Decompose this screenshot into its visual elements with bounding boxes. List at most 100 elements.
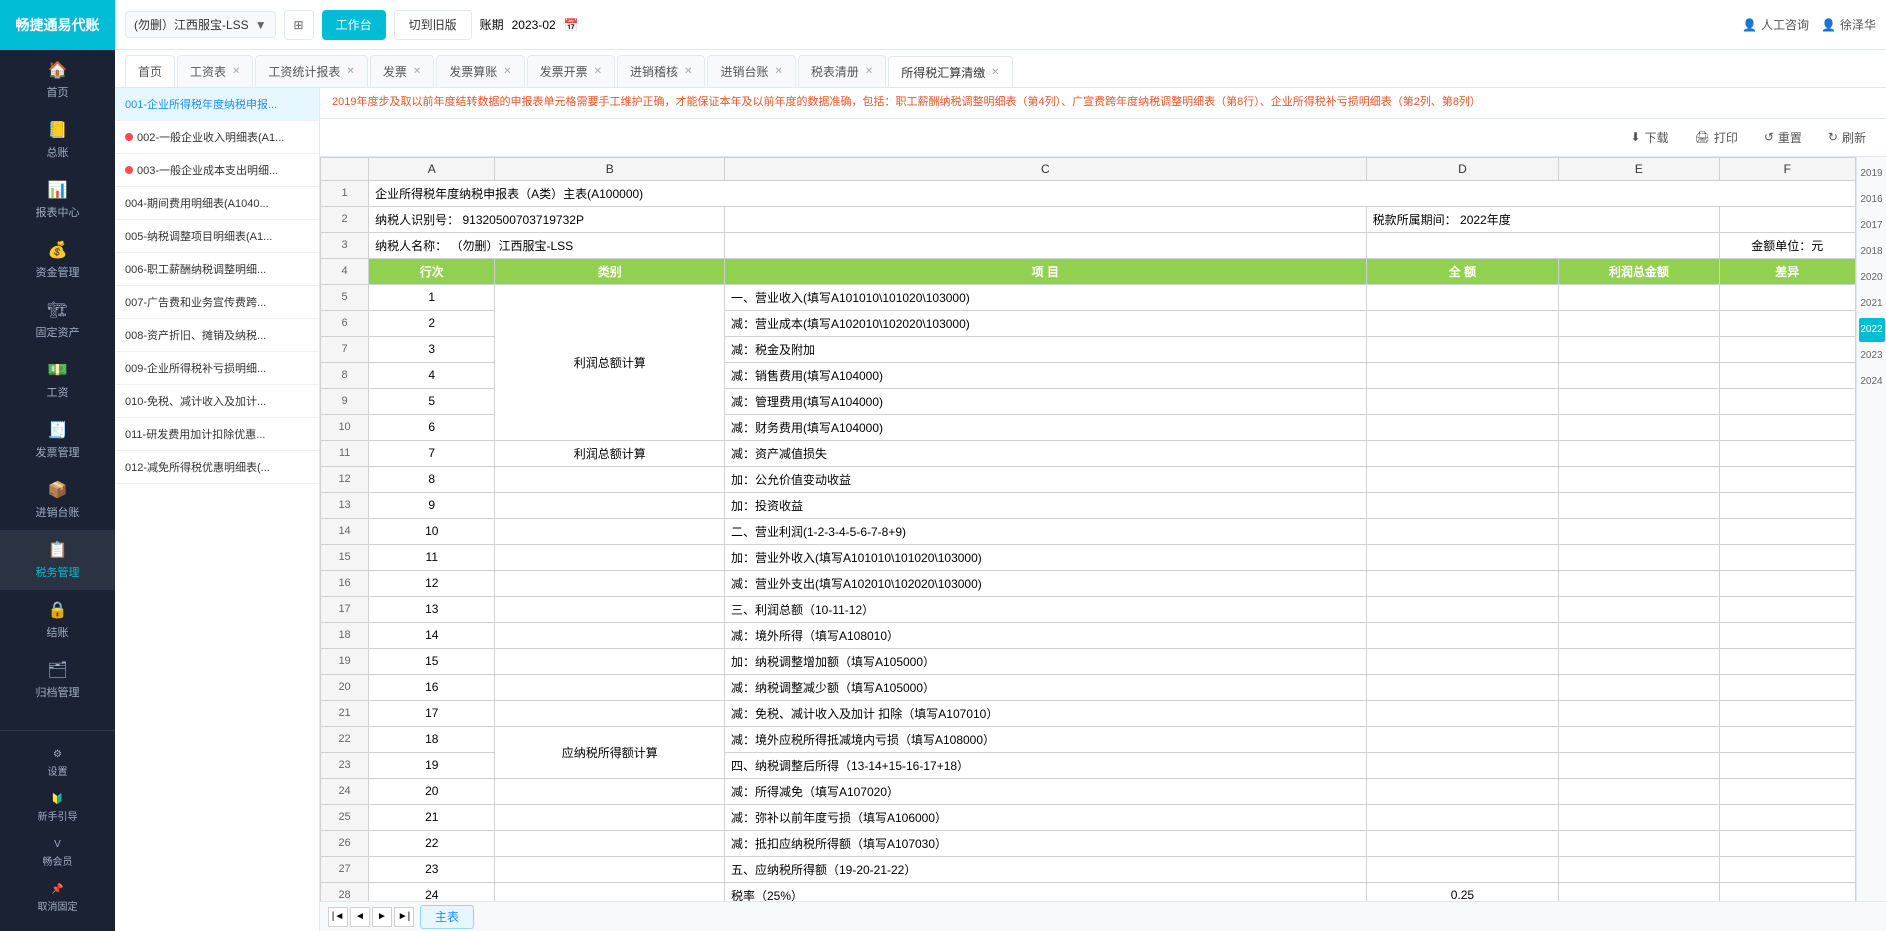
- profit-cell: [1559, 570, 1719, 596]
- tab-invoice-open-close[interactable]: ✕: [594, 66, 602, 77]
- timeline-2022[interactable]: 2022: [1859, 318, 1885, 342]
- left-panel-item-012[interactable]: 012-减免所得税优惠明细表(...: [115, 451, 319, 484]
- sidebar-item-home[interactable]: 🏠 首页: [0, 50, 115, 110]
- table-row: 2 纳税人识别号： 91320500703719732P 税款所属期间： 202…: [321, 206, 1856, 232]
- sidebar-item-invoice[interactable]: 🧾 发票管理: [0, 410, 115, 470]
- sidebar-item-close[interactable]: 🔒 结账: [0, 590, 115, 650]
- tab-in-ledger[interactable]: 进销台账 ✕: [707, 55, 795, 87]
- sheet-last-button[interactable]: ►|: [394, 907, 414, 927]
- sidebar-pin-button[interactable]: 📌 取消固定: [0, 876, 115, 921]
- profit-cell: [1559, 388, 1719, 414]
- timeline-2023[interactable]: 2023: [1859, 344, 1885, 368]
- sheet-nav: |◄ ◄ ► ►|: [328, 907, 414, 927]
- user-button[interactable]: 👤 徐泽华: [1821, 16, 1876, 33]
- sidebar-settings-label: 设置: [48, 763, 68, 778]
- sidebar-item-guide[interactable]: 🔰 新手引导: [0, 786, 115, 831]
- sidebar-item-fund[interactable]: 💰 资金管理: [0, 230, 115, 290]
- sidebar-item-inout[interactable]: 📦 进销台账: [0, 470, 115, 530]
- tab-in-ledger-close[interactable]: ✕: [774, 66, 782, 77]
- sidebar-item-tax[interactable]: 📋 税务管理: [0, 530, 115, 590]
- print-button[interactable]: 🖨 打印: [1687, 125, 1746, 150]
- left-panel-item-011[interactable]: 011-研发费用加计扣除优惠...: [115, 418, 319, 451]
- tab-salary-stat-close[interactable]: ✕: [346, 66, 354, 77]
- sidebar-item-member[interactable]: V 畅会员: [0, 831, 115, 876]
- left-panel-item-007[interactable]: 007-广告费和业务宣传费跨...: [115, 286, 319, 319]
- timeline-2020[interactable]: 2020: [1859, 266, 1885, 290]
- tab-salary-stat[interactable]: 工资统计报表 ✕: [255, 55, 367, 87]
- row-number: 25: [321, 804, 369, 830]
- tab-income-tax[interactable]: 所得税汇算清缴 ✕: [888, 56, 1012, 88]
- item-cell: 加：营业外收入(填写A101010\101020\103000): [724, 544, 1366, 570]
- timeline-2019[interactable]: 2019: [1859, 162, 1885, 186]
- download-button[interactable]: ⬇ 下载: [1623, 125, 1677, 150]
- left-panel-item-009[interactable]: 009-企业所得税补亏损明细...: [115, 352, 319, 385]
- timeline-2017[interactable]: 2017: [1859, 214, 1885, 238]
- tab-salary-close[interactable]: ✕: [232, 66, 240, 77]
- bottom-tab-main[interactable]: 主表: [420, 905, 474, 929]
- sheet-next-button[interactable]: ►: [372, 907, 392, 927]
- left-panel-item-003[interactable]: 003-一般企业成本支出明细...: [115, 154, 319, 187]
- line-num: 18: [369, 726, 495, 752]
- left-panel-item-006[interactable]: 006-职工薪酬纳税调整明细...: [115, 253, 319, 286]
- row-number: 8: [321, 362, 369, 388]
- diff-cell: [1719, 726, 1855, 752]
- item-cell: 减：销售费用(填写A104000): [724, 362, 1366, 388]
- tab-in-check-close[interactable]: ✕: [684, 66, 692, 77]
- reset-button[interactable]: ↺ 重置: [1756, 125, 1810, 150]
- timeline-2024[interactable]: 2024: [1859, 370, 1885, 394]
- tab-invoice-close[interactable]: ✕: [413, 66, 421, 77]
- refresh-button[interactable]: ↻ 刷新: [1820, 125, 1874, 150]
- left-item-011-label: 011-研发费用加计扣除优惠...: [125, 426, 265, 442]
- reset-label: 重置: [1778, 129, 1802, 146]
- tab-income-tax-close[interactable]: ✕: [991, 67, 999, 78]
- left-panel-item-005[interactable]: 005-纳税调整项目明细表(A1...: [115, 220, 319, 253]
- amount-cell: [1366, 310, 1559, 336]
- period-field: [724, 206, 1366, 232]
- sheet-prev-button[interactable]: ◄: [350, 907, 370, 927]
- ai-consult-button[interactable]: 👤 人工咨询: [1742, 16, 1809, 33]
- tab-invoice[interactable]: 发票 ✕: [370, 55, 434, 87]
- ledger-icon: 📒: [48, 120, 68, 140]
- left-panel-item-008[interactable]: 008-资产折旧、摊销及纳税...: [115, 319, 319, 352]
- sidebar-item-settings[interactable]: ⚙ 设置: [0, 741, 115, 786]
- sidebar-item-salary[interactable]: 💵 工资: [0, 350, 115, 410]
- sidebar: 畅捷通易代账 🏠 首页 📒 总账 📊 报表中心 💰 资金管理 🏗 固定资产 💵 …: [0, 0, 115, 931]
- tab-invoice-open[interactable]: 发票开票 ✕: [527, 55, 615, 87]
- category-cell: [495, 518, 725, 544]
- calendar-icon[interactable]: 📅: [564, 18, 579, 32]
- copy-button[interactable]: ⊞: [284, 10, 314, 40]
- left-panel-item-004[interactable]: 004-期间费用明细表(A1040...: [115, 187, 319, 220]
- amount-cell: [1366, 700, 1559, 726]
- timeline-2018[interactable]: 2018: [1859, 240, 1885, 264]
- diff-cell: [1719, 544, 1855, 570]
- sidebar-item-ledger[interactable]: 📒 总账: [0, 110, 115, 170]
- tab-invoice-calc[interactable]: 发票算账 ✕: [436, 55, 524, 87]
- amount-cell: [1366, 726, 1559, 752]
- topnav-right: 👤 人工咨询 👤 徐泽华: [1742, 16, 1876, 33]
- amount-cell: [1366, 674, 1559, 700]
- sidebar-item-archive[interactable]: 🗂 归档管理: [0, 650, 115, 710]
- row-number: 7: [321, 336, 369, 362]
- timeline-2021[interactable]: 2021: [1859, 292, 1885, 316]
- sheet-first-button[interactable]: |◄: [328, 907, 348, 927]
- tab-tax-clear[interactable]: 税表清册 ✕: [798, 55, 886, 87]
- left-panel-item-001[interactable]: 001-企业所得税年度纳税申报...: [115, 88, 319, 121]
- amount-cell: [1366, 622, 1559, 648]
- sidebar-item-report[interactable]: 📊 报表中心: [0, 170, 115, 230]
- guide-icon: 🔰: [51, 794, 63, 805]
- tab-invoice-calc-close[interactable]: ✕: [503, 66, 511, 77]
- sidebar-item-asset[interactable]: 🏗 固定资产: [0, 290, 115, 350]
- company-selector[interactable]: (勿删）江西服宝-LSS ▼: [125, 11, 276, 38]
- period-label: 税款所属期间：: [1373, 213, 1457, 227]
- left-panel-item-010[interactable]: 010-免税、减计收入及加计...: [115, 385, 319, 418]
- timeline-2016[interactable]: 2016: [1859, 188, 1885, 212]
- tab-in-check[interactable]: 进销稽核 ✕: [617, 55, 705, 87]
- left-panel-item-002[interactable]: 002-一般企业收入明细表(A1...: [115, 121, 319, 154]
- switch-version-button[interactable]: 切到旧版: [394, 10, 472, 40]
- tab-tax-clear-close[interactable]: ✕: [865, 66, 873, 77]
- amount-cell: [1366, 804, 1559, 830]
- currency-field: [1719, 206, 1855, 232]
- tab-home[interactable]: 首页: [125, 55, 175, 87]
- workbench-button[interactable]: 工作台: [322, 10, 386, 40]
- tab-salary[interactable]: 工资表 ✕: [177, 55, 253, 87]
